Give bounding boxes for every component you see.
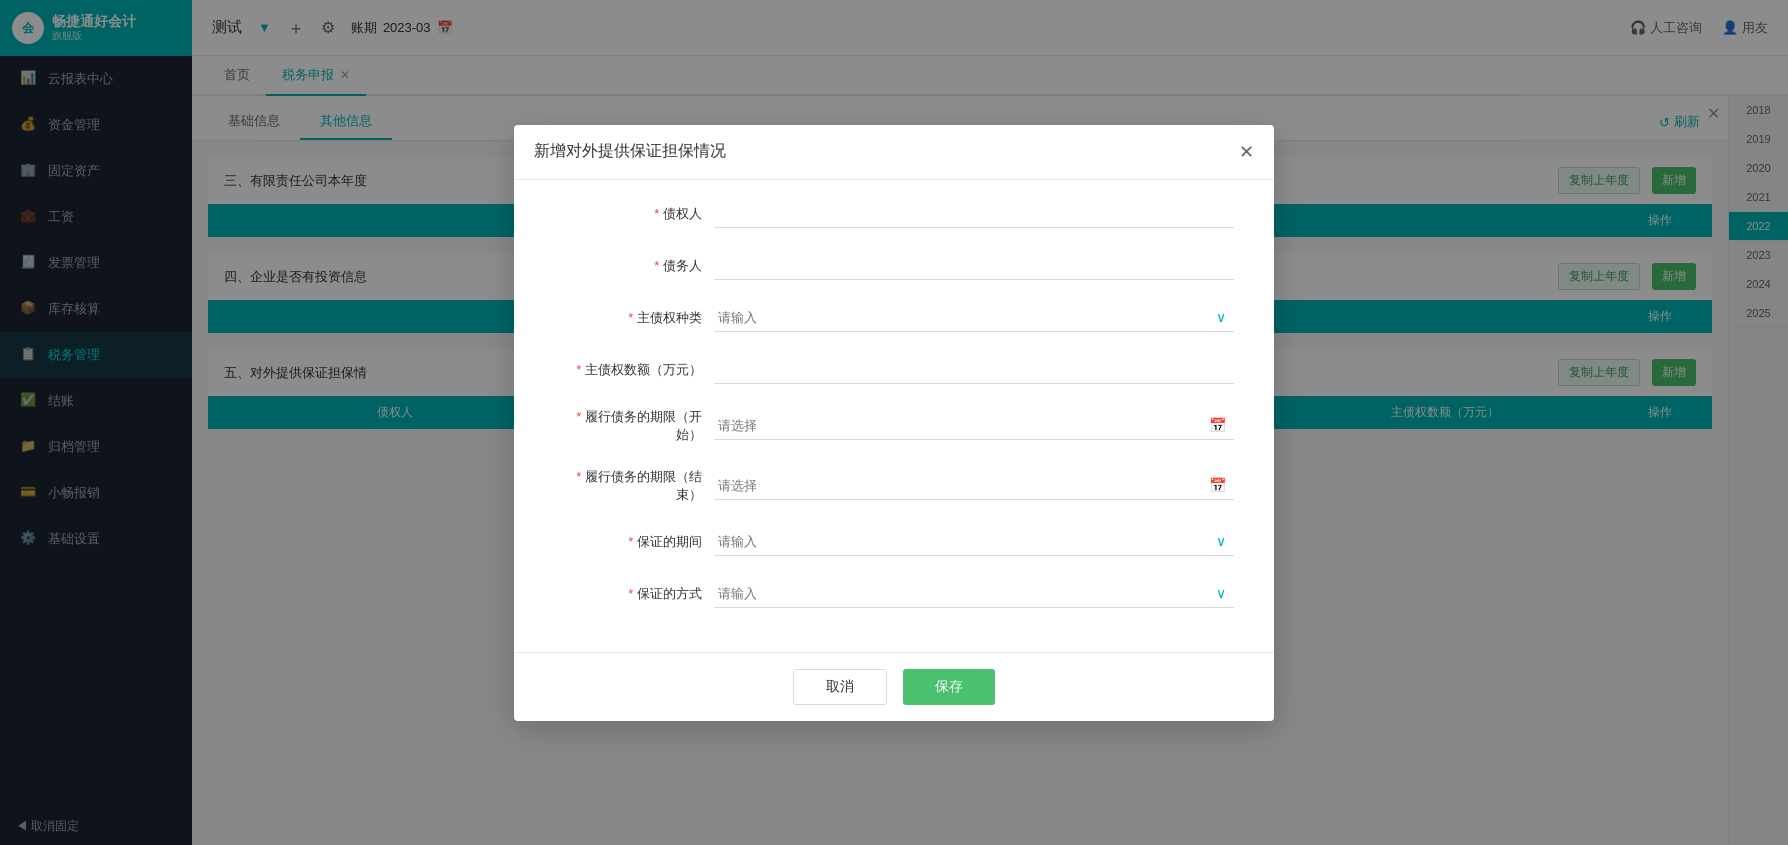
form-row-claim-amount: * 主债权数额（万元） (554, 356, 1234, 384)
dialog-body: * 债权人 * 债务人 * 主债权种类 (514, 180, 1274, 652)
date-wrap-period-start: 📅 (714, 412, 1234, 440)
input-debtor[interactable] (714, 252, 1234, 280)
dialog: 新增对外提供保证担保情况 ✕ * 债权人 * 债务人 (514, 125, 1274, 721)
form-row-guarantee-period: * 保证的期间 ∨ (554, 528, 1234, 556)
save-button[interactable]: 保存 (903, 669, 995, 705)
form-row-period-end: * 履行债务的期限（结束） 📅 (554, 468, 1234, 504)
chevron-down-icon-claim-type[interactable]: ∨ (1208, 309, 1234, 325)
form-row-claim-type: * 主债权种类 ∨ (554, 304, 1234, 332)
label-period-end: * 履行债务的期限（结束） (554, 468, 714, 504)
form-row-creditor: * 债权人 (554, 200, 1234, 228)
select-guarantee-method-wrap: ∨ (714, 580, 1234, 608)
form-row-guarantee-method: * 保证的方式 ∨ (554, 580, 1234, 608)
input-creditor[interactable] (714, 200, 1234, 228)
input-claim-type[interactable] (714, 304, 1208, 331)
input-period-end[interactable] (714, 472, 1201, 499)
form-row-debtor: * 债务人 (554, 252, 1234, 280)
date-wrap-period-end: 📅 (714, 472, 1234, 500)
label-guarantee-period: * 保证的期间 (554, 533, 714, 551)
calendar-start-icon[interactable]: 📅 (1201, 417, 1234, 433)
cancel-button[interactable]: 取消 (793, 669, 887, 705)
label-period-start: * 履行债务的期限（开始） (554, 408, 714, 444)
dialog-header: 新增对外提供保证担保情况 ✕ (514, 125, 1274, 180)
input-guarantee-period[interactable] (714, 528, 1208, 555)
dialog-footer: 取消 保存 (514, 652, 1274, 721)
input-claim-amount[interactable] (714, 356, 1234, 384)
form-row-period-start: * 履行债务的期限（开始） 📅 (554, 408, 1234, 444)
select-claim-type-wrap: ∨ (714, 304, 1234, 332)
label-guarantee-method: * 保证的方式 (554, 585, 714, 603)
chevron-down-icon-guarantee-period[interactable]: ∨ (1208, 533, 1234, 549)
label-claim-type: * 主债权种类 (554, 309, 714, 327)
dialog-overlay: 新增对外提供保证担保情况 ✕ * 债权人 * 债务人 (0, 0, 1788, 845)
select-guarantee-period-wrap: ∨ (714, 528, 1234, 556)
chevron-down-icon-guarantee-method[interactable]: ∨ (1208, 585, 1234, 601)
label-debtor: * 债务人 (554, 257, 714, 275)
input-period-start[interactable] (714, 412, 1201, 439)
label-claim-amount: * 主债权数额（万元） (554, 361, 714, 379)
input-guarantee-method[interactable] (714, 580, 1208, 607)
label-creditor: * 债权人 (554, 205, 714, 223)
dialog-close-btn[interactable]: ✕ (1239, 141, 1254, 163)
calendar-end-icon[interactable]: 📅 (1201, 477, 1234, 493)
dialog-title: 新增对外提供保证担保情况 (534, 141, 726, 162)
